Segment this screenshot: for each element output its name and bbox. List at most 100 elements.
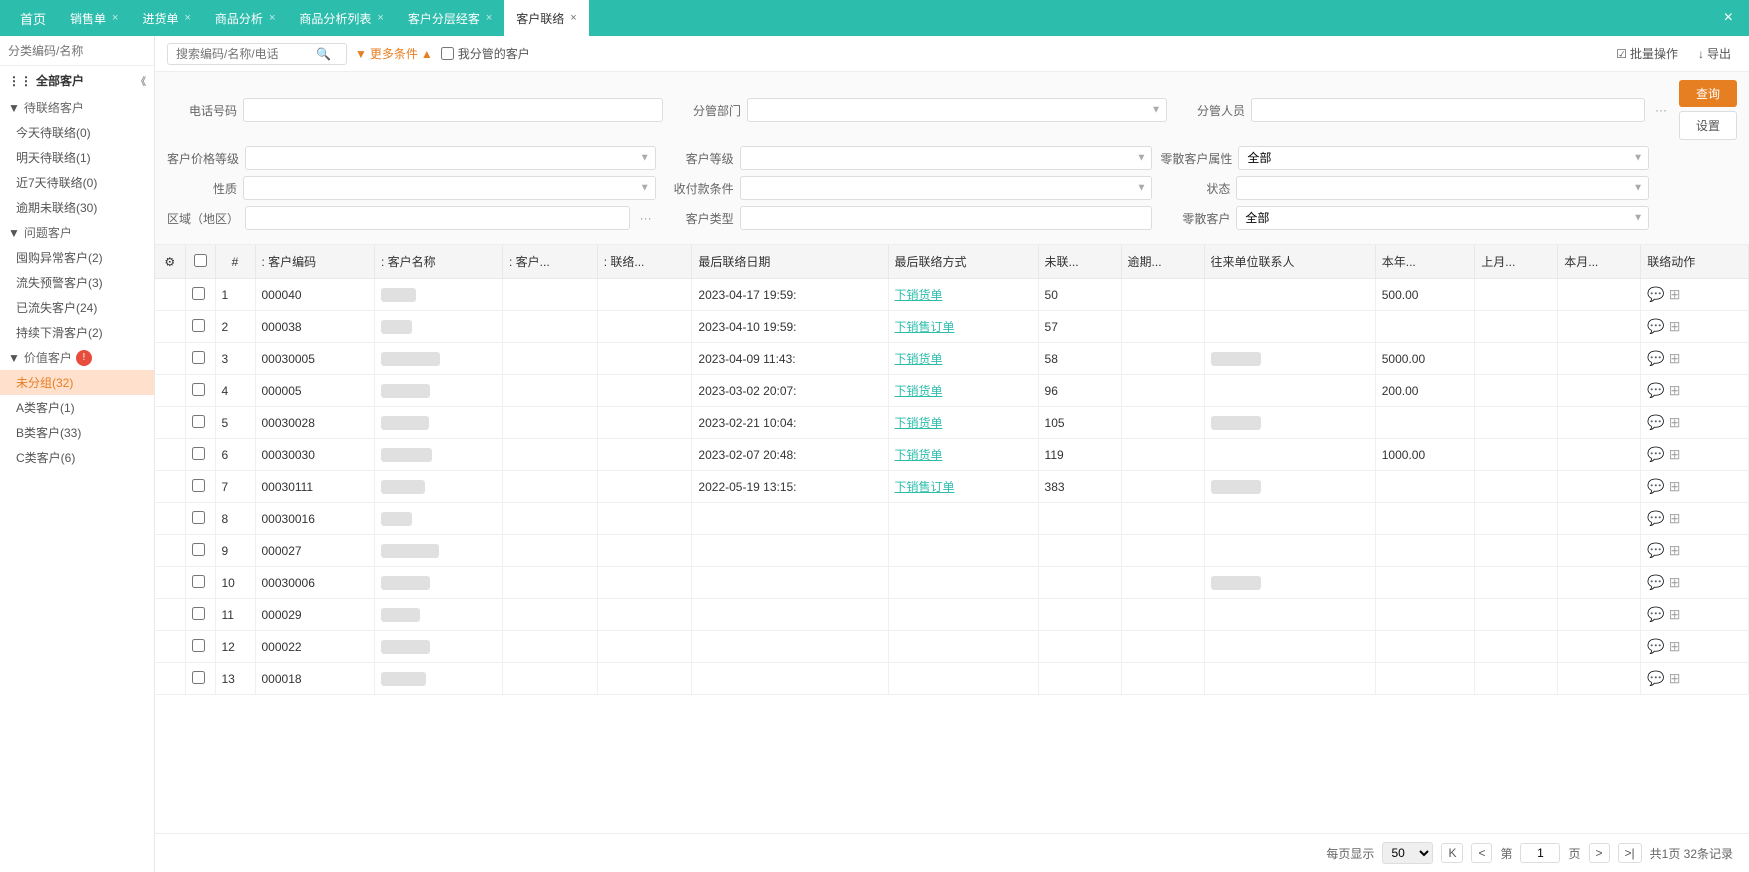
message-icon[interactable]: 💬 bbox=[1647, 382, 1664, 399]
tab-purchase[interactable]: 进货单 × bbox=[130, 0, 202, 36]
sidebar-item-class-c[interactable]: C类客户(6) bbox=[0, 445, 154, 470]
sidebar-item-abnormal[interactable]: 囤购异常客户(2) bbox=[0, 245, 154, 270]
row-checkbox[interactable] bbox=[185, 567, 215, 599]
filter-payment-select[interactable] bbox=[740, 176, 1153, 200]
next-page-btn[interactable]: > bbox=[1589, 843, 1610, 863]
close-product-analysis-list-tab[interactable]: × bbox=[377, 12, 383, 24]
menu-icon[interactable]: ⊞ bbox=[1669, 542, 1681, 559]
sidebar-pending-contact-group[interactable]: ▼ 待联络客户 bbox=[0, 95, 154, 120]
sidebar-item-overdue[interactable]: 逾期未联络(30) bbox=[0, 195, 154, 220]
filter-customer-level-select[interactable] bbox=[740, 146, 1153, 170]
row-checkbox[interactable] bbox=[185, 663, 215, 695]
message-icon[interactable]: 💬 bbox=[1647, 574, 1664, 591]
menu-icon[interactable]: ⊞ bbox=[1669, 510, 1681, 527]
filter-nature-select[interactable] bbox=[243, 176, 656, 200]
row-checkbox[interactable] bbox=[185, 503, 215, 535]
col-settings[interactable]: ⚙ bbox=[155, 245, 185, 279]
message-icon[interactable]: 💬 bbox=[1647, 350, 1664, 367]
filter-retail-attr-select[interactable]: 全部 bbox=[1238, 146, 1649, 170]
close-purchase-tab[interactable]: × bbox=[184, 12, 190, 24]
export-btn[interactable]: ↓ 导出 bbox=[1692, 42, 1737, 65]
menu-icon[interactable]: ⊞ bbox=[1669, 638, 1681, 655]
menu-icon[interactable]: ⊞ bbox=[1669, 446, 1681, 463]
sidebar-item-today[interactable]: 今天待联络(0) bbox=[0, 120, 154, 145]
row-checkbox[interactable] bbox=[185, 343, 215, 375]
search-icon[interactable]: 🔍 bbox=[316, 47, 331, 61]
menu-icon[interactable]: ⊞ bbox=[1669, 478, 1681, 495]
message-icon[interactable]: 💬 bbox=[1647, 446, 1664, 463]
tab-product-analysis[interactable]: 商品分析 × bbox=[203, 0, 287, 36]
row-checkbox[interactable] bbox=[185, 471, 215, 503]
message-icon[interactable]: 💬 bbox=[1647, 606, 1664, 623]
message-icon[interactable]: 💬 bbox=[1647, 286, 1664, 303]
menu-icon[interactable]: ⊞ bbox=[1669, 350, 1681, 367]
menu-icon[interactable]: ⊞ bbox=[1669, 670, 1681, 687]
reset-button[interactable]: 设置 bbox=[1679, 111, 1737, 140]
page-input[interactable] bbox=[1520, 843, 1560, 863]
tab-customer-segment[interactable]: 客户分层经客 × bbox=[396, 0, 504, 36]
sidebar-problem-customers-group[interactable]: ▼ 问题客户 bbox=[0, 220, 154, 245]
close-customer-contact-tab[interactable]: × bbox=[570, 12, 576, 24]
sidebar-item-churn-warning[interactable]: 流失预警客户(3) bbox=[0, 270, 154, 295]
menu-icon[interactable]: ⊞ bbox=[1669, 574, 1681, 591]
col-checkbox[interactable] bbox=[185, 245, 215, 279]
tab-product-analysis-list[interactable]: 商品分析列表 × bbox=[287, 0, 395, 36]
my-customers-checkbox[interactable]: 我分管的客户 bbox=[441, 45, 530, 62]
select-all-checkbox[interactable] bbox=[194, 254, 207, 267]
row-checkbox[interactable] bbox=[185, 535, 215, 567]
row-checkbox[interactable] bbox=[185, 599, 215, 631]
menu-icon[interactable]: ⊞ bbox=[1669, 414, 1681, 431]
sidebar-item-class-b[interactable]: B类客户(33) bbox=[0, 420, 154, 445]
message-icon[interactable]: 💬 bbox=[1647, 670, 1664, 687]
row-checkbox[interactable] bbox=[185, 375, 215, 407]
filter-customer-type-input[interactable] bbox=[740, 206, 1153, 230]
row-checkbox[interactable] bbox=[185, 439, 215, 471]
row-checkbox[interactable] bbox=[185, 407, 215, 439]
filter-manager-input[interactable] bbox=[1251, 98, 1645, 122]
menu-icon[interactable]: ⊞ bbox=[1669, 318, 1681, 335]
search-input[interactable] bbox=[176, 47, 316, 61]
message-icon[interactable]: 💬 bbox=[1647, 318, 1664, 335]
sidebar-item-tomorrow[interactable]: 明天待联络(1) bbox=[0, 145, 154, 170]
message-icon[interactable]: 💬 bbox=[1647, 542, 1664, 559]
sidebar-item-ungroup[interactable]: 未分组(32) bbox=[0, 370, 154, 395]
tab-sales[interactable]: 销售单 × bbox=[58, 0, 130, 36]
last-page-btn[interactable]: >| bbox=[1618, 843, 1642, 863]
row-checkbox[interactable] bbox=[185, 631, 215, 663]
message-icon[interactable]: 💬 bbox=[1647, 510, 1664, 527]
prev-page-btn[interactable]: < bbox=[1471, 843, 1492, 863]
close-sales-tab[interactable]: × bbox=[112, 12, 118, 24]
filter-region-dots[interactable]: ··· bbox=[636, 211, 656, 225]
close-product-analysis-tab[interactable]: × bbox=[269, 12, 275, 24]
per-page-select[interactable]: 50 20 100 bbox=[1382, 842, 1433, 864]
nav-home[interactable]: 首页 bbox=[8, 9, 58, 28]
row-checkbox[interactable] bbox=[185, 279, 215, 311]
window-close-button[interactable]: × bbox=[1716, 9, 1741, 27]
menu-icon[interactable]: ⊞ bbox=[1669, 382, 1681, 399]
batch-operation-btn[interactable]: ☑ 批量操作 bbox=[1610, 42, 1684, 65]
my-customers-check[interactable] bbox=[441, 47, 454, 60]
sidebar-item-7days[interactable]: 近7天待联络(0) bbox=[0, 170, 154, 195]
sidebar-item-class-a[interactable]: A类客户(1) bbox=[0, 395, 154, 420]
sidebar-all-customers[interactable]: ⋮⋮ 全部客户 《 bbox=[0, 66, 154, 95]
more-conditions-btn[interactable]: ▼ 更多条件 ▲ bbox=[355, 45, 433, 62]
menu-icon[interactable]: ⊞ bbox=[1669, 286, 1681, 303]
message-icon[interactable]: 💬 bbox=[1647, 414, 1664, 431]
filter-manager-dots[interactable]: ··· bbox=[1651, 103, 1671, 117]
sidebar-value-customers-group[interactable]: ▼ 价值客户 ! bbox=[0, 345, 154, 370]
query-button[interactable]: 查询 bbox=[1679, 80, 1737, 107]
message-icon[interactable]: 💬 bbox=[1647, 638, 1664, 655]
close-customer-segment-tab[interactable]: × bbox=[486, 12, 492, 24]
filter-region-input[interactable] bbox=[245, 206, 630, 230]
filter-phone-input[interactable] bbox=[243, 98, 663, 122]
sidebar-item-declining[interactable]: 持续下滑客户(2) bbox=[0, 320, 154, 345]
sidebar-search-input[interactable] bbox=[8, 44, 155, 58]
filter-retail-customer-select[interactable]: 全部 bbox=[1236, 206, 1649, 230]
message-icon[interactable]: 💬 bbox=[1647, 478, 1664, 495]
filter-status-select[interactable] bbox=[1236, 176, 1649, 200]
tab-customer-contact[interactable]: 客户联络 × bbox=[504, 0, 588, 36]
filter-dept-select[interactable] bbox=[747, 98, 1167, 122]
filter-price-level-select[interactable] bbox=[245, 146, 656, 170]
first-page-btn[interactable]: K bbox=[1441, 843, 1463, 863]
row-checkbox[interactable] bbox=[185, 311, 215, 343]
